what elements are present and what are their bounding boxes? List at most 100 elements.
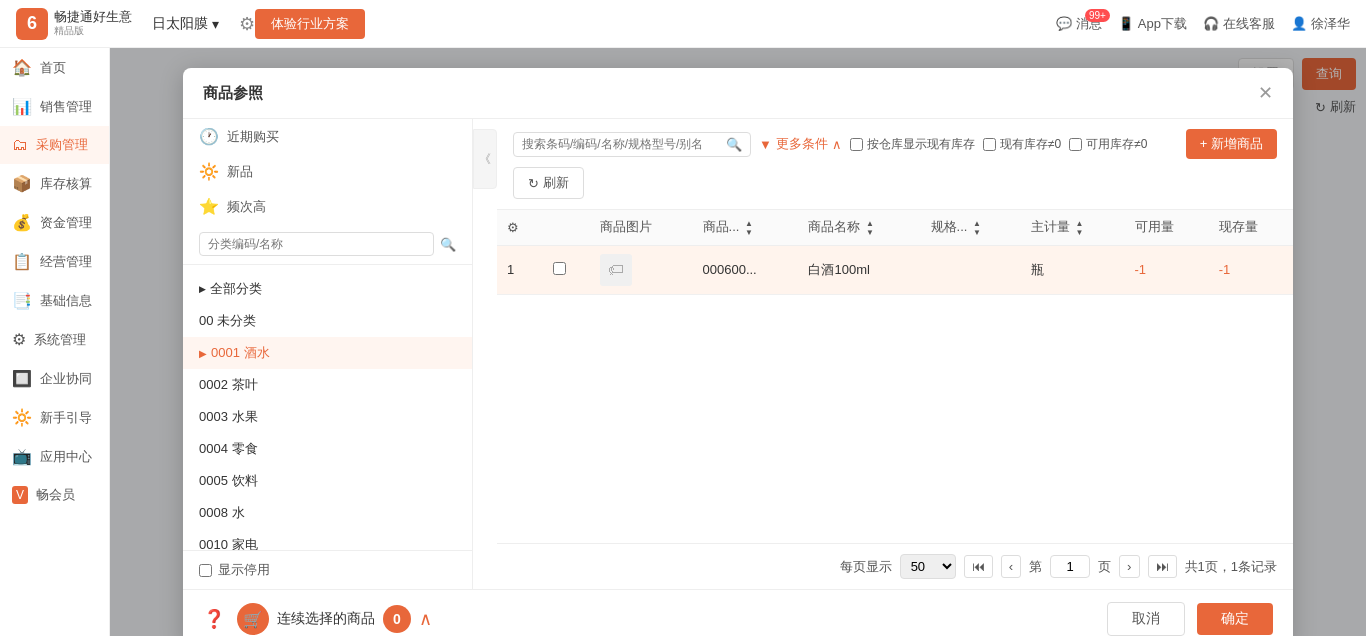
quick-filter-new[interactable]: 🔆 新品	[183, 154, 472, 189]
col-name[interactable]: 商品名称 ▲▼	[798, 210, 920, 245]
show-disabled-label: 显示停用	[218, 561, 270, 579]
search-icon[interactable]: 🔍	[726, 137, 742, 152]
cancel-btn[interactable]: 取消	[1107, 602, 1185, 636]
triangle-active-icon: ▶	[199, 348, 207, 359]
cat-item-0003[interactable]: 0003 水果	[183, 401, 472, 433]
show-disabled-area: 显示停用	[183, 550, 472, 589]
page-text-label: 第	[1029, 558, 1042, 576]
confirm-btn[interactable]: 确定	[1197, 603, 1273, 635]
guide-icon: 🔆	[12, 408, 32, 427]
sidebar-item-guide[interactable]: 🔆 新手引导	[0, 398, 109, 437]
sidebar-item-inventory[interactable]: 📦 库存核算	[0, 164, 109, 203]
table-row[interactable]: 1 🏷 000600... 白酒100ml	[497, 245, 1293, 294]
left-panel: 🕐 近期购买 🔆 新品 ⭐ 频次高	[183, 119, 473, 589]
category-search-input[interactable]	[199, 232, 434, 256]
next-page-btn[interactable]: ›	[1119, 555, 1139, 578]
per-page-select[interactable]: 50 10 20 100	[900, 554, 956, 579]
warehouse-filter-checkbox[interactable]	[850, 138, 863, 151]
col-spec[interactable]: 规格... ▲▼	[921, 210, 1021, 245]
available-filter-label[interactable]: 可用库存≠0	[1069, 136, 1147, 153]
cat-item-label: 0004 零食	[199, 440, 258, 458]
cell-unit: 瓶	[1021, 245, 1125, 294]
col-code[interactable]: 商品... ▲▼	[693, 210, 799, 245]
prev-page-btn[interactable]: ‹	[1001, 555, 1021, 578]
phone-icon: 📱	[1118, 16, 1134, 31]
nonzero-filter-checkbox[interactable]	[983, 138, 996, 151]
apps-icon: 📺	[12, 447, 32, 466]
current-page-input[interactable]	[1050, 555, 1090, 578]
cat-item-0004[interactable]: 0004 零食	[183, 433, 472, 465]
search-icon[interactable]: 🔍	[440, 237, 456, 252]
purchase-icon: 🗂	[12, 136, 28, 154]
quick-filter-recent[interactable]: 🕐 近期购买	[183, 119, 472, 154]
sort-arrows: ▲▼	[973, 219, 981, 237]
col-unit[interactable]: 主计量 ▲▼	[1021, 210, 1125, 245]
nav-messages[interactable]: 💬 消息 99+	[1056, 15, 1102, 33]
nav-selector[interactable]: 日太阳膜 ▾	[152, 15, 219, 33]
nav-online-service[interactable]: 🎧 在线客服	[1203, 15, 1275, 33]
cell-num: 1	[497, 245, 543, 294]
pagination: 每页显示 50 10 20 100 ⏮ ‹ 第 页	[497, 543, 1293, 589]
sidebar-item-label: 采购管理	[36, 136, 88, 154]
category-list: ▶ 全部分类 00 未分类 ▶ 0001 酒水	[183, 265, 472, 550]
nav-user[interactable]: 👤 徐泽华	[1291, 15, 1350, 33]
cat-item-0005[interactable]: 0005 饮料	[183, 465, 472, 497]
cat-item-00[interactable]: 00 未分类	[183, 305, 472, 337]
col-img: 商品图片	[590, 210, 693, 245]
add-product-btn[interactable]: + 新增商品	[1186, 129, 1277, 159]
nonzero-filter-label[interactable]: 现有库存≠0	[983, 136, 1061, 153]
cell-check[interactable]	[543, 245, 590, 294]
sidebar-item-operations[interactable]: 📋 经营管理	[0, 242, 109, 281]
sidebar-item-basic-info[interactable]: 📑 基础信息	[0, 281, 109, 320]
cat-item-all[interactable]: ▶ 全部分类	[183, 273, 472, 305]
dialog-header: 商品参照 ✕	[183, 68, 1293, 119]
cat-item-0002[interactable]: 0002 茶叶	[183, 369, 472, 401]
show-disabled-checkbox[interactable]	[199, 564, 212, 577]
sidebar-item-purchase[interactable]: 🗂 采购管理	[0, 126, 109, 164]
row-checkbox[interactable]	[553, 262, 566, 275]
sidebar-item-system[interactable]: ⚙ 系统管理	[0, 320, 109, 359]
home-icon: 🏠	[12, 58, 32, 77]
sidebar-item-enterprise[interactable]: 🔲 企业协同	[0, 359, 109, 398]
product-reference-dialog: 商品参照 ✕ 🕐 近期购买	[183, 68, 1293, 636]
collapse-panel-btn[interactable]: 《	[473, 129, 497, 189]
cart-icon[interactable]: 🛒	[237, 603, 269, 635]
chevron-up-icon[interactable]: ∧	[419, 608, 432, 630]
sidebar-item-sales[interactable]: 📊 销售管理	[0, 87, 109, 126]
cart-count: 0	[383, 605, 411, 633]
more-filter-btn[interactable]: ▼ 更多条件 ∧	[759, 135, 842, 153]
warehouse-filter-label[interactable]: 按仓库显示现有库存	[850, 136, 975, 153]
product-search-input[interactable]	[522, 137, 722, 151]
sidebar-item-member[interactable]: V 畅会员	[0, 476, 109, 514]
nav-app-download[interactable]: 📱 App下载	[1118, 15, 1187, 33]
quick-filter-frequent[interactable]: ⭐ 频次高	[183, 189, 472, 224]
cat-item-0001[interactable]: ▶ 0001 酒水	[183, 337, 472, 369]
last-page-btn[interactable]: ⏭	[1148, 555, 1177, 578]
sidebar-item-home[interactable]: 🏠 首页	[0, 48, 109, 87]
modal-overlay: 商品参照 ✕ 🕐 近期购买	[110, 48, 1366, 636]
sidebar-item-label: 首页	[40, 59, 66, 77]
cat-item-0010[interactable]: 0010 家电	[183, 529, 472, 550]
operations-icon: 📋	[12, 252, 32, 271]
first-page-btn[interactable]: ⏮	[964, 555, 993, 578]
total-info: 共1页，1条记录	[1185, 558, 1277, 576]
inventory-icon: 📦	[12, 174, 32, 193]
cell-stock: -1	[1209, 245, 1293, 294]
available-filter-checkbox[interactable]	[1069, 138, 1082, 151]
cell-img: 🏷	[590, 245, 693, 294]
sidebar-item-label: 资金管理	[40, 214, 92, 232]
product-image: 🏷	[600, 254, 632, 286]
close-icon[interactable]: ✕	[1258, 82, 1273, 104]
sidebar-item-finance[interactable]: 💰 资金管理	[0, 203, 109, 242]
help-icon[interactable]: ❓	[203, 608, 225, 630]
gear-icon[interactable]: ⚙	[239, 13, 255, 35]
sidebar-item-apps[interactable]: 📺 应用中心	[0, 437, 109, 476]
cat-item-0008[interactable]: 0008 水	[183, 497, 472, 529]
experience-btn[interactable]: 体验行业方案	[255, 9, 365, 39]
refresh-btn[interactable]: ↻ 刷新	[513, 167, 584, 199]
new-icon: 🔆	[199, 162, 219, 181]
enterprise-icon: 🔲	[12, 369, 32, 388]
right-panel: 🔍 ▼ 更多条件 ∧ 按仓库显示现有库存	[497, 119, 1293, 589]
product-table: ⚙ 商品图片 商品... ▲▼ 商品名称	[497, 210, 1293, 295]
col-settings[interactable]: ⚙	[497, 210, 543, 245]
